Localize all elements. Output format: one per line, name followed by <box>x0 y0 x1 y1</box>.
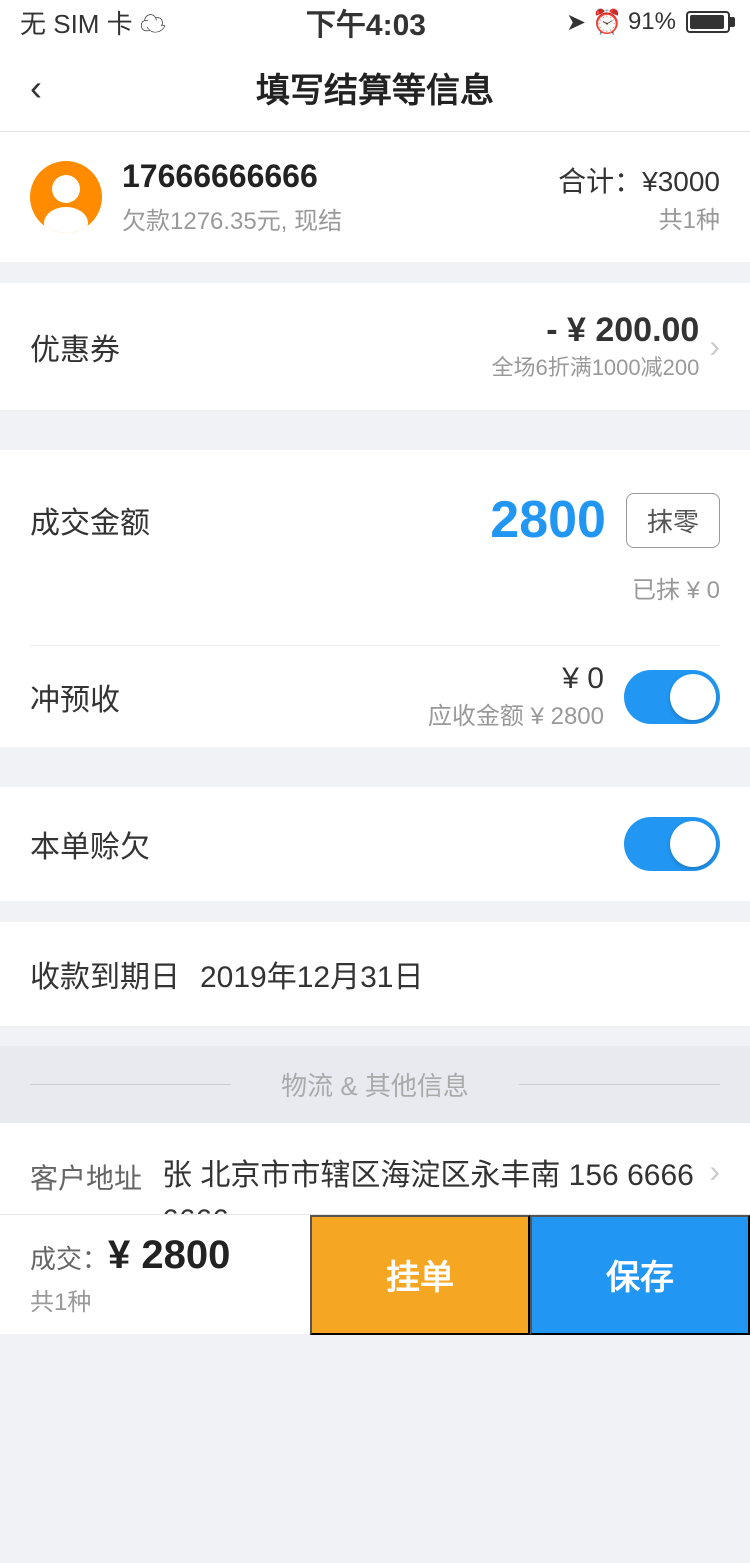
prepay-section: 冲预收 ¥ 0 应收金额 ¥ 2800 <box>0 625 750 747</box>
content: 17666666666 欠款1276.35元, 现结 合计：¥3000 共1种 … <box>0 132 750 1563</box>
customer-debt: 欠款1276.35元, 现结 <box>122 201 342 236</box>
deal-amount: ¥ 2800 <box>108 1233 230 1277</box>
round-button[interactable]: 抹零 <box>626 493 720 548</box>
bottom-bar: 成交：¥ 2800 共1种 挂单 保存 <box>0 1214 750 1334</box>
amount-label: 成交金额 <box>30 498 150 542</box>
deal-count: 共1种 <box>30 1282 280 1317</box>
prepay-toggle[interactable] <box>624 670 720 724</box>
sim-status: 无 SIM 卡 ☁ <box>20 4 166 41</box>
prepay-right: ¥ 0 应收金额 ¥ 2800 <box>428 662 720 731</box>
prepay-label: 冲预收 <box>30 675 120 719</box>
coupon-description: 全场6折满1000减200 <box>491 350 699 382</box>
coupon-row[interactable]: 优惠券 - ¥ 200.00 全场6折满1000减200 › <box>0 283 750 410</box>
save-button[interactable]: 保存 <box>530 1215 750 1335</box>
avatar <box>30 161 102 233</box>
divider-line-left <box>30 1084 231 1085</box>
amount-value: 2800 <box>490 490 606 550</box>
customer-phone: 17666666666 <box>122 158 342 195</box>
toggle-knob <box>670 674 716 720</box>
status-time: 下午4:03 <box>306 0 426 44</box>
deal-row: 成交：¥ 2800 <box>30 1233 280 1278</box>
alarm-icon: ⏰ <box>592 8 622 37</box>
debt-label: 本单赊欠 <box>30 822 150 866</box>
page-title: 填写结算等信息 <box>256 63 494 112</box>
debt-toggle-knob <box>670 821 716 867</box>
location-icon: ➤ <box>566 8 586 37</box>
customer-total: 合计：¥3000 共1种 <box>558 160 720 235</box>
total-label: 合计： <box>558 166 642 197</box>
customer-row: 17666666666 欠款1276.35元, 现结 合计：¥3000 共1种 <box>0 132 750 263</box>
total-label-amount: 合计：¥3000 <box>558 160 720 200</box>
section-separator-2 <box>0 747 750 767</box>
due-date-value: 2019年12月31日 <box>200 952 423 996</box>
amount-right: 2800 抹零 <box>490 490 720 550</box>
logistics-divider: 物流 & 其他信息 <box>0 1046 750 1123</box>
divider-text: 物流 & 其他信息 <box>281 1066 469 1103</box>
customer-left: 17666666666 欠款1276.35元, 现结 <box>30 158 342 236</box>
debt-section: 本单赊欠 <box>0 787 750 901</box>
amount-section: 成交金额 2800 抹零 已抹 ¥ 0 <box>0 450 750 625</box>
back-button[interactable]: ‹ <box>30 67 90 109</box>
hold-button[interactable]: 挂单 <box>310 1215 530 1335</box>
battery-percentage: 91% <box>628 8 676 36</box>
total-count: 共1种 <box>558 200 720 235</box>
section-separator-1 <box>0 430 750 450</box>
prepay-values: ¥ 0 应收金额 ¥ 2800 <box>428 662 604 731</box>
due-date-label: 收款到期日 <box>30 952 180 996</box>
battery-icon <box>686 11 730 33</box>
status-bar: 无 SIM 卡 ☁ 下午4:03 ➤ ⏰ 91% <box>0 0 750 44</box>
due-date-row: 收款到期日 2019年12月31日 <box>30 952 720 996</box>
coupon-discount: - ¥ 200.00 <box>491 311 699 350</box>
coupon-label: 优惠券 <box>30 325 120 369</box>
coupon-right: - ¥ 200.00 全场6折满1000减200 › <box>491 311 720 382</box>
status-right: ➤ ⏰ 91% <box>566 8 730 37</box>
total-amount: ¥3000 <box>642 166 720 197</box>
prepay-amount: ¥ 0 <box>428 662 604 696</box>
debt-toggle[interactable] <box>624 817 720 871</box>
coupon-chevron-icon: › <box>709 328 720 365</box>
address-label: 客户地址 <box>30 1153 142 1197</box>
amount-sub: 已抹 ¥ 0 <box>30 570 720 625</box>
address-chevron-icon: › <box>709 1153 720 1190</box>
due-date-section: 收款到期日 2019年12月31日 <box>0 921 750 1026</box>
bottom-summary: 成交：¥ 2800 共1种 <box>0 1233 310 1317</box>
status-left: 无 SIM 卡 ☁ <box>20 4 166 41</box>
nav-bar: ‹ 填写结算等信息 <box>0 44 750 132</box>
customer-info: 17666666666 欠款1276.35元, 现结 <box>122 158 342 236</box>
deal-label: 成交： <box>30 1244 108 1274</box>
prepay-row: 冲预收 ¥ 0 应收金额 ¥ 2800 <box>30 645 720 747</box>
prepay-sub: 应收金额 ¥ 2800 <box>428 696 604 731</box>
amount-row: 成交金额 2800 抹零 <box>30 480 720 570</box>
divider-line-right <box>519 1084 720 1085</box>
